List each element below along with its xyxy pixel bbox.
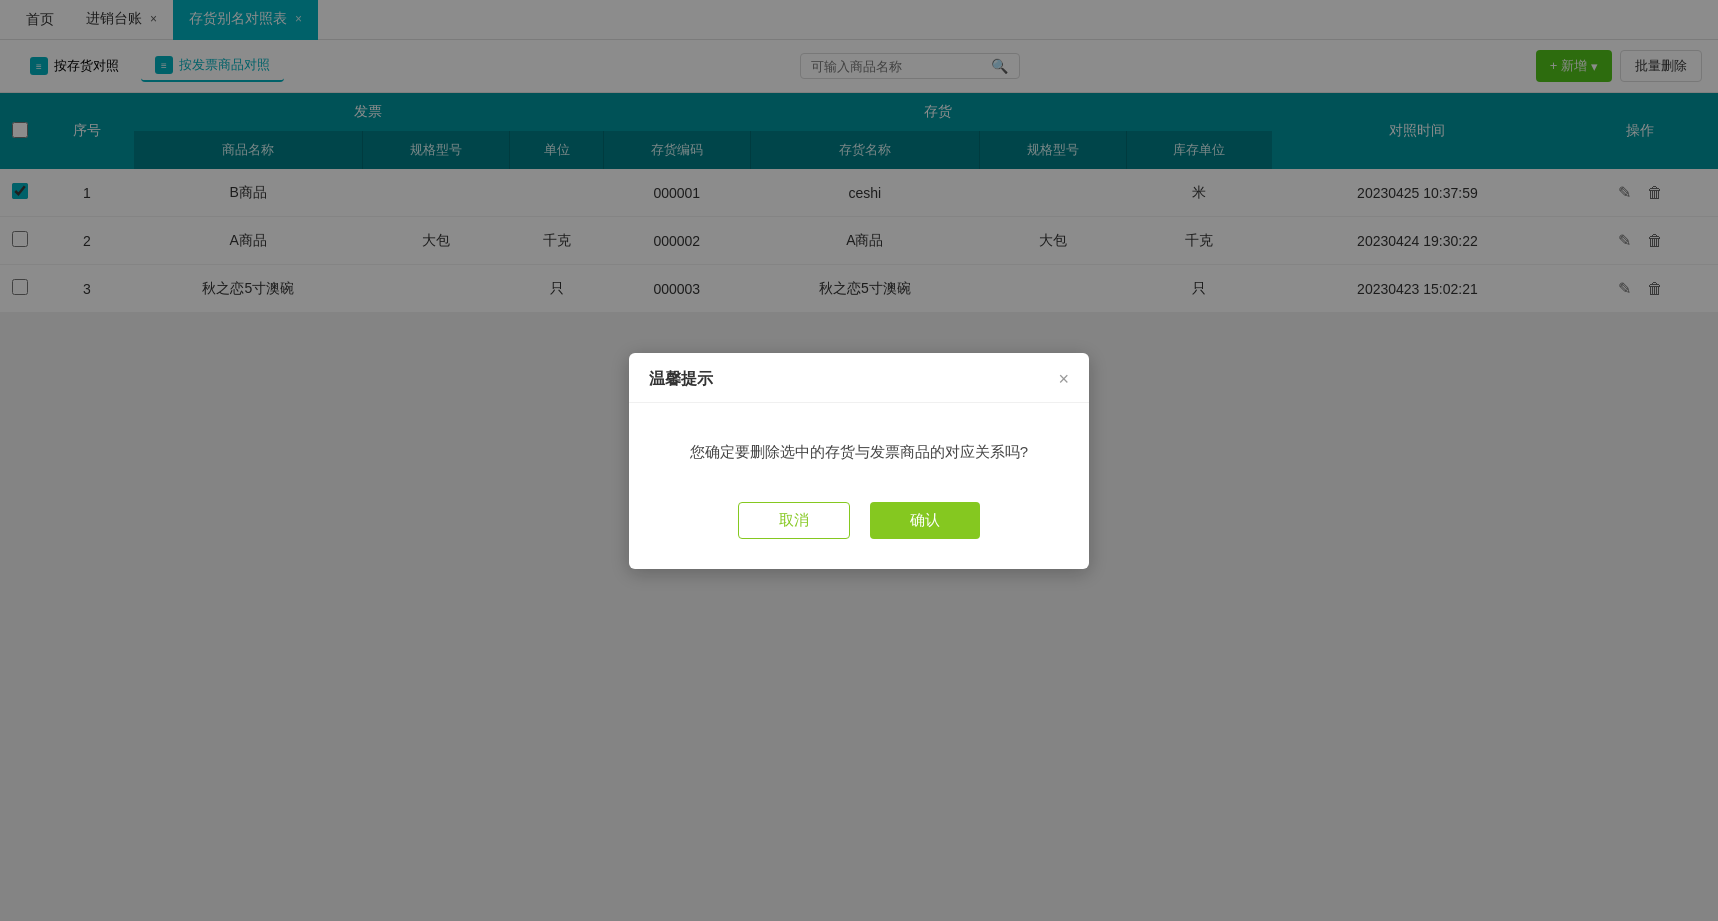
modal-overlay: 温馨提示 × 您确定要删除选中的存货与发票商品的对应关系吗? 取消 确认: [0, 0, 1718, 313]
